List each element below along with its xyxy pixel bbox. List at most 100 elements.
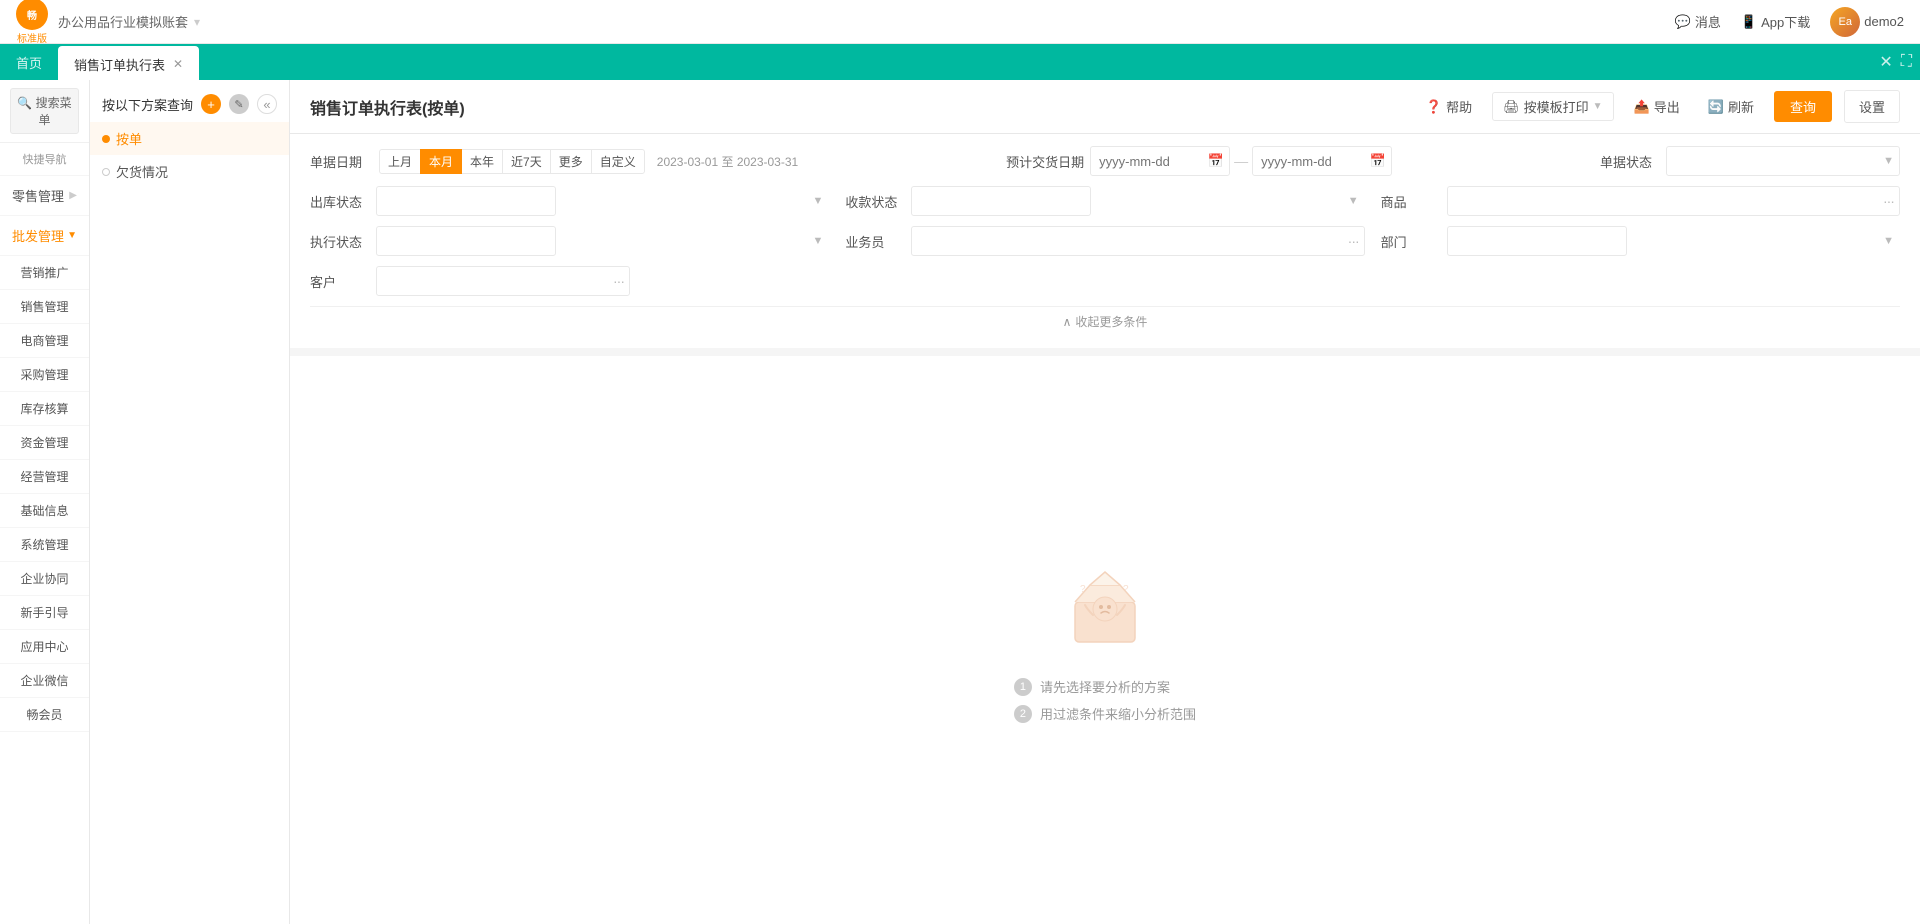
date-tab-more[interactable]: 更多 (550, 149, 592, 174)
sidebar-item-marketing[interactable]: 营销推广 (0, 256, 89, 290)
out-status-select[interactable] (376, 186, 556, 216)
customer-input[interactable] (376, 266, 630, 296)
collapse-row[interactable]: ∧ 收起更多条件 (310, 306, 1900, 336)
empty-tip-1: 1 请先选择要分析的方案 (1014, 677, 1196, 696)
receipt-status-field: 收款状态 ▼ (845, 186, 1364, 216)
sidebar-item-sales[interactable]: 销售管理 (0, 290, 89, 324)
tab-fullscreen-btn[interactable]: ⛶ (1901, 53, 1912, 71)
collapse-btn[interactable]: ∧ 收起更多条件 (1063, 313, 1148, 330)
tab-sales-order[interactable]: 销售订单执行表 ✕ (58, 46, 199, 82)
print-icon: 🖨 (1503, 99, 1520, 115)
sidebar-item-operations[interactable]: 经营管理 (0, 460, 89, 494)
sidebar-item-basic[interactable]: 基础信息 (0, 494, 89, 528)
exec-status-label: 执行状态 (310, 232, 370, 251)
filter-row-2: 出库状态 ▼ 收款状态 (310, 186, 1900, 216)
date-range-text: 2023-03-01 至 2023-03-31 (657, 153, 798, 170)
filter-row-4: 客户 ··· (310, 266, 1900, 296)
search-icon: 🔍 (17, 96, 35, 110)
refresh-btn[interactable]: 🔄 刷新 (1700, 93, 1762, 120)
sidebar-item-collab[interactable]: 企业协同 (0, 562, 89, 596)
page-header-actions: ❓ 帮助 🖨 按模板打印 ▼ 📤 导出 (1418, 90, 1900, 123)
date-tab-last-month[interactable]: 上月 (379, 149, 421, 174)
receipt-status-input-wrap: ▼ (911, 186, 1364, 216)
sidebar-item-member[interactable]: 畅会员 (0, 698, 89, 732)
tab-close-icon[interactable]: ✕ (173, 57, 183, 71)
goods-input[interactable] (1447, 186, 1900, 216)
active-dot-icon (102, 135, 110, 143)
export-btn[interactable]: 📤 导出 (1626, 93, 1688, 120)
edit-icon: ✎ (234, 98, 243, 111)
logo-text: 标准版 (17, 30, 47, 45)
breadcrumb-arrow-icon[interactable]: ▾ (194, 15, 200, 29)
app-download-icon: 📱 (1741, 14, 1757, 30)
exec-status-select[interactable] (376, 226, 556, 256)
help-icon: ❓ (1426, 99, 1442, 115)
content-area: 按以下方案查询 + ✎ « 按单 欠货情况 (90, 80, 1920, 924)
add-scheme-btn[interactable]: + (201, 94, 221, 114)
expected-date-range: 📅 — 📅 (1090, 146, 1392, 176)
sidebar-item-ecommerce[interactable]: 电商管理 (0, 324, 89, 358)
message-btn[interactable]: 💬 消息 (1675, 12, 1721, 31)
dept-select[interactable] (1447, 226, 1627, 256)
sales-order-tab-label: 销售订单执行表 (74, 55, 165, 74)
left-panel: 按以下方案查询 + ✎ « 按单 欠货情况 (90, 80, 290, 924)
right-content: 销售订单执行表(按单) ❓ 帮助 🖨 按模板打印 ▼ (290, 80, 1920, 924)
date-tab-custom[interactable]: 自定义 (591, 149, 645, 174)
date-tab-this-year[interactable]: 本年 (461, 149, 503, 174)
home-tab-label: 首页 (16, 53, 42, 72)
help-btn[interactable]: ❓ 帮助 (1418, 93, 1480, 120)
top-bar-right: 💬 消息 📱 App下载 Ea demo2 (1675, 7, 1904, 37)
collapse-panel-btn[interactable]: « (257, 94, 277, 114)
sidebar-item-finance[interactable]: 资金管理 (0, 426, 89, 460)
date-tab-last7[interactable]: 近7天 (502, 149, 551, 174)
sidebar-search-btn[interactable]: 🔍 搜索菜单 (10, 88, 79, 134)
edit-scheme-btn[interactable]: ✎ (229, 94, 249, 114)
calendar-to-icon: 📅 (1370, 153, 1386, 169)
tab-home[interactable]: 首页 (0, 44, 58, 80)
empty-tips: 1 请先选择要分析的方案 2 用过滤条件来缩小分析范围 (1014, 677, 1196, 723)
sidebar-item-wholesale[interactable]: 批发管理 ▼ (0, 216, 89, 256)
page-title: 销售订单执行表(按单) (310, 95, 465, 119)
settings-btn[interactable]: 设置 (1844, 90, 1900, 123)
order-status-input[interactable] (1666, 146, 1900, 176)
salesperson-input[interactable] (911, 226, 1364, 256)
collapse-label: 收起更多条件 (1075, 313, 1147, 330)
left-panel-header: 按以下方案查询 + ✎ « (90, 90, 289, 122)
tab-bar-actions: ✕ ⛶ (1879, 52, 1920, 72)
logo-area[interactable]: 畅 标准版 (16, 0, 48, 45)
sidebar-item-inventory[interactable]: 库存核算 (0, 392, 89, 426)
receipt-status-label: 收款状态 (845, 192, 905, 211)
receipt-status-select[interactable] (911, 186, 1091, 216)
tip-num-1: 1 (1014, 678, 1032, 696)
exec-status-chevron-icon: ▼ (812, 235, 823, 247)
user-menu-btn[interactable]: Ea demo2 (1830, 7, 1904, 37)
scheme-item-order[interactable]: 按单 (90, 122, 289, 155)
salesperson-input-wrap: ··· (911, 226, 1364, 256)
date-separator: — (1234, 153, 1248, 169)
sidebar-item-wechat[interactable]: 企业微信 (0, 664, 89, 698)
receipt-status-chevron-icon: ▼ (1348, 195, 1359, 207)
app-download-btn[interactable]: 📱 App下载 (1741, 12, 1810, 31)
tip-num-2: 2 (1014, 705, 1032, 723)
sidebar-item-appstore[interactable]: 应用中心 (0, 630, 89, 664)
scheme-item-debt[interactable]: 欠货情况 (90, 155, 289, 188)
svg-text:?: ? (1080, 584, 1086, 595)
filter-area: 单据日期 上月 本月 本年 近7天 更多 自定义 2023-03-01 至 20… (290, 134, 1920, 348)
left-panel-title: 按以下方案查询 (102, 95, 193, 114)
order-date-label: 单据日期 (310, 152, 370, 171)
empty-state: ? ? 1 请先选择要分析的方案 (290, 356, 1920, 924)
query-btn[interactable]: 查询 (1774, 91, 1832, 122)
tab-close-all-btn[interactable]: ✕ (1879, 52, 1892, 72)
sidebar-item-newbie[interactable]: 新手引导 (0, 596, 89, 630)
sidebar-item-system[interactable]: 系统管理 (0, 528, 89, 562)
exec-status-input-wrap: ▼ (376, 226, 829, 256)
message-icon: 💬 (1675, 14, 1691, 30)
date-tab-this-month[interactable]: 本月 (420, 149, 462, 174)
inactive-dot-icon (102, 168, 110, 176)
sidebar-search-area: 🔍 搜索菜单 (0, 80, 89, 143)
sidebar-item-retail[interactable]: 零售管理 ▶ (0, 176, 89, 216)
print-btn[interactable]: 🖨 按模板打印 ▼ (1492, 92, 1613, 121)
exec-status-field: 执行状态 ▼ (310, 226, 829, 256)
sidebar-item-purchase[interactable]: 采购管理 (0, 358, 89, 392)
breadcrumb: 办公用品行业模拟账套 ▾ (58, 12, 200, 31)
